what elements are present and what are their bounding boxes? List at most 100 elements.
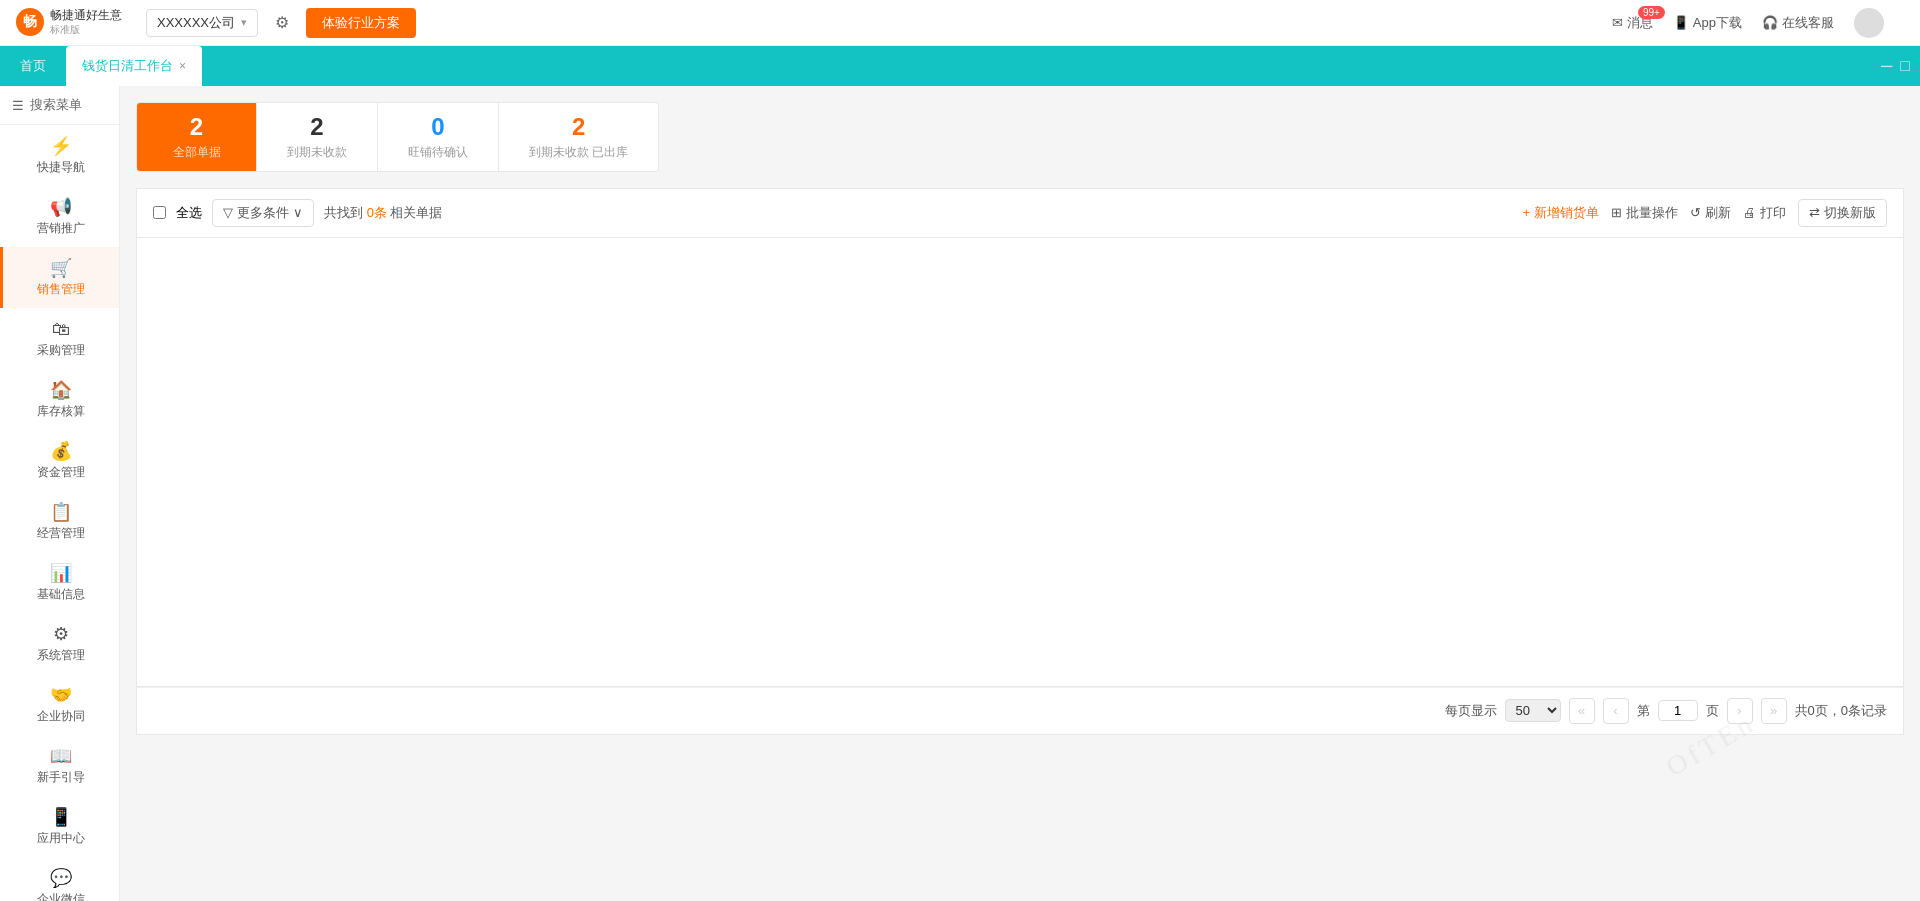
stat-tab-overdue-out[interactable]: 2 到期未收款 已出库 [499, 103, 658, 171]
online-service-label: 在线客服 [1782, 14, 1834, 32]
stat-label-overdue: 到期未收款 [287, 144, 347, 161]
experience-button[interactable]: 体验行业方案 [306, 8, 416, 38]
page-size-select[interactable]: 10 20 50 100 [1505, 699, 1561, 722]
print-icon: 🖨 [1743, 205, 1756, 220]
filter-icon: ▽ [223, 205, 233, 220]
stat-tab-overdue[interactable]: 2 到期未收款 [257, 103, 378, 171]
sidebar-item-base-info[interactable]: 📊 基础信息 [0, 552, 119, 613]
sidebar-item-app-center[interactable]: 📱 应用中心 [0, 796, 119, 857]
table-area [136, 237, 1904, 687]
print-button[interactable]: 🖨 打印 [1743, 204, 1786, 222]
tab-money-daily[interactable]: 钱货日清工作台 × [66, 46, 202, 86]
logo: 畅 畅捷通好生意 标准版 [16, 8, 136, 36]
close-tab-icon[interactable]: × [179, 59, 186, 73]
tab-home[interactable]: 首页 [0, 57, 66, 75]
top-bar-right: ✉ 消息 99+ 📱 App下载 🎧 在线客服 [1612, 8, 1904, 38]
toolbar: 全选 ▽ 更多条件 ∨ 共找到 0条 相关单据 + 新增销货单 ⊞ 批量操作 [136, 188, 1904, 237]
select-all-checkbox[interactable] [153, 206, 166, 219]
found-text: 共找到 0条 相关单据 [324, 204, 442, 222]
page-label-2: 页 [1706, 702, 1719, 720]
next-page-button[interactable]: › [1727, 698, 1753, 724]
refresh-button[interactable]: ↺ 刷新 [1690, 204, 1731, 222]
search-menu-icon: ☰ [12, 98, 24, 113]
purchase-icon: 🛍 [52, 320, 70, 338]
logo-text-block: 畅捷通好生意 标准版 [50, 8, 122, 36]
last-page-button[interactable]: » [1761, 698, 1787, 724]
message-icon: ✉ [1612, 15, 1623, 30]
sidebar-item-label: 销售管理 [37, 281, 85, 298]
sidebar-item-label: 企业协同 [37, 708, 85, 725]
app-center-icon: 📱 [50, 808, 72, 826]
sidebar-item-purchase[interactable]: 🛍 采购管理 [0, 308, 119, 369]
maximize-icon[interactable]: □ [1900, 57, 1910, 75]
chevron-down-icon: ▾ [241, 16, 247, 29]
finance-icon: 💰 [50, 442, 72, 460]
sidebar-item-finance[interactable]: 💰 资金管理 [0, 430, 119, 491]
sidebar-item-cooperation[interactable]: 🤝 企业协同 [0, 674, 119, 735]
base-info-icon: 📊 [50, 564, 72, 582]
toolbar-left: 全选 ▽ 更多条件 ∨ 共找到 0条 相关单据 [153, 199, 1510, 227]
online-service-button[interactable]: 🎧 在线客服 [1762, 14, 1834, 32]
stat-number-overdue: 2 [287, 113, 347, 142]
switch-icon: ⇄ [1809, 205, 1820, 220]
marketing-icon: 📢 [50, 198, 72, 216]
quick-nav-icon: ⚡ [50, 137, 72, 155]
batch-label: 批量操作 [1626, 204, 1678, 222]
page-input[interactable] [1658, 700, 1698, 721]
sidebar-item-label: 采购管理 [37, 342, 85, 359]
stat-label-overdue-out: 到期未收款 已出库 [529, 144, 628, 161]
top-bar: 畅 畅捷通好生意 标准版 XXXXXX公司 ▾ ⚙ 体验行业方案 ✉ 消息 99… [0, 0, 1920, 46]
stat-number-pending: 0 [408, 113, 468, 142]
sidebar-item-label: 营销推广 [37, 220, 85, 237]
messages-button[interactable]: ✉ 消息 99+ [1612, 14, 1653, 32]
sidebar: ☰ 搜索菜单 ⚡ 快捷导航 📢 营销推广 🛒 销售管理 🛍 采购管理 🏠 库存核… [0, 86, 120, 901]
sidebar-item-operations[interactable]: 📋 经营管理 [0, 491, 119, 552]
sidebar-item-inventory[interactable]: 🏠 库存核算 [0, 369, 119, 430]
logo-text: 畅捷通好生意 [50, 8, 122, 22]
tab-bar: 首页 钱货日清工作台 × ─ □ [0, 46, 1920, 86]
filter-button[interactable]: ▽ 更多条件 ∨ [212, 199, 314, 227]
settings-button[interactable]: ⚙ [266, 7, 298, 39]
total-text: 共0页，0条记录 [1795, 702, 1887, 720]
switch-version-button[interactable]: ⇄ 切换新版 [1798, 199, 1887, 227]
service-icon: 🎧 [1762, 15, 1778, 30]
tab-bar-actions: ─ □ [1881, 57, 1920, 75]
tab-label: 钱货日清工作台 [82, 57, 173, 75]
page-size-label: 每页显示 [1445, 702, 1497, 720]
batch-operation-button[interactable]: ⊞ 批量操作 [1611, 204, 1678, 222]
company-selector[interactable]: XXXXXX公司 ▾ [146, 9, 258, 37]
company-name: XXXXXX公司 [157, 14, 235, 32]
wechat-icon: 💬 [50, 869, 72, 887]
minimize-icon[interactable]: ─ [1881, 57, 1892, 75]
sidebar-item-system[interactable]: ⚙ 系统管理 [0, 613, 119, 674]
found-count: 0条 [367, 205, 387, 220]
app-download-button[interactable]: 📱 App下载 [1673, 14, 1742, 32]
sidebar-item-guide[interactable]: 📖 新手引导 [0, 735, 119, 796]
sidebar-item-marketing[interactable]: 📢 营销推广 [0, 186, 119, 247]
system-icon: ⚙ [53, 625, 69, 643]
guide-icon: 📖 [50, 747, 72, 765]
sidebar-item-wechat[interactable]: 💬 企业微信 [0, 857, 119, 901]
add-sales-order-button[interactable]: + 新增销货单 [1522, 204, 1599, 222]
refresh-icon: ↺ [1690, 205, 1701, 220]
operations-icon: 📋 [50, 503, 72, 521]
batch-icon: ⊞ [1611, 205, 1622, 220]
sidebar-item-sales[interactable]: 🛒 销售管理 [0, 247, 119, 308]
app-download-label: App下载 [1693, 14, 1742, 32]
sidebar-item-label: 应用中心 [37, 830, 85, 847]
sidebar-item-label: 企业微信 [37, 891, 85, 901]
prev-page-button[interactable]: ‹ [1603, 698, 1629, 724]
stat-number-overdue-out: 2 [529, 113, 628, 142]
avatar[interactable] [1854, 8, 1884, 38]
search-menu-item[interactable]: ☰ 搜索菜单 [0, 86, 119, 125]
sidebar-item-quick-nav[interactable]: ⚡ 快捷导航 [0, 125, 119, 186]
print-label: 打印 [1760, 204, 1786, 222]
stat-label-all: 全部单据 [167, 144, 226, 161]
stat-tab-all[interactable]: 2 全部单据 [137, 103, 257, 171]
switch-label: 切换新版 [1824, 204, 1876, 222]
stat-label-pending: 旺铺待确认 [408, 144, 468, 161]
stat-tab-pending[interactable]: 0 旺铺待确认 [378, 103, 499, 171]
stats-tabs: 2 全部单据 2 到期未收款 0 旺铺待确认 2 到期未收款 已出库 [136, 102, 659, 172]
first-page-button[interactable]: « [1569, 698, 1595, 724]
messages-badge: 99+ [1638, 6, 1665, 19]
